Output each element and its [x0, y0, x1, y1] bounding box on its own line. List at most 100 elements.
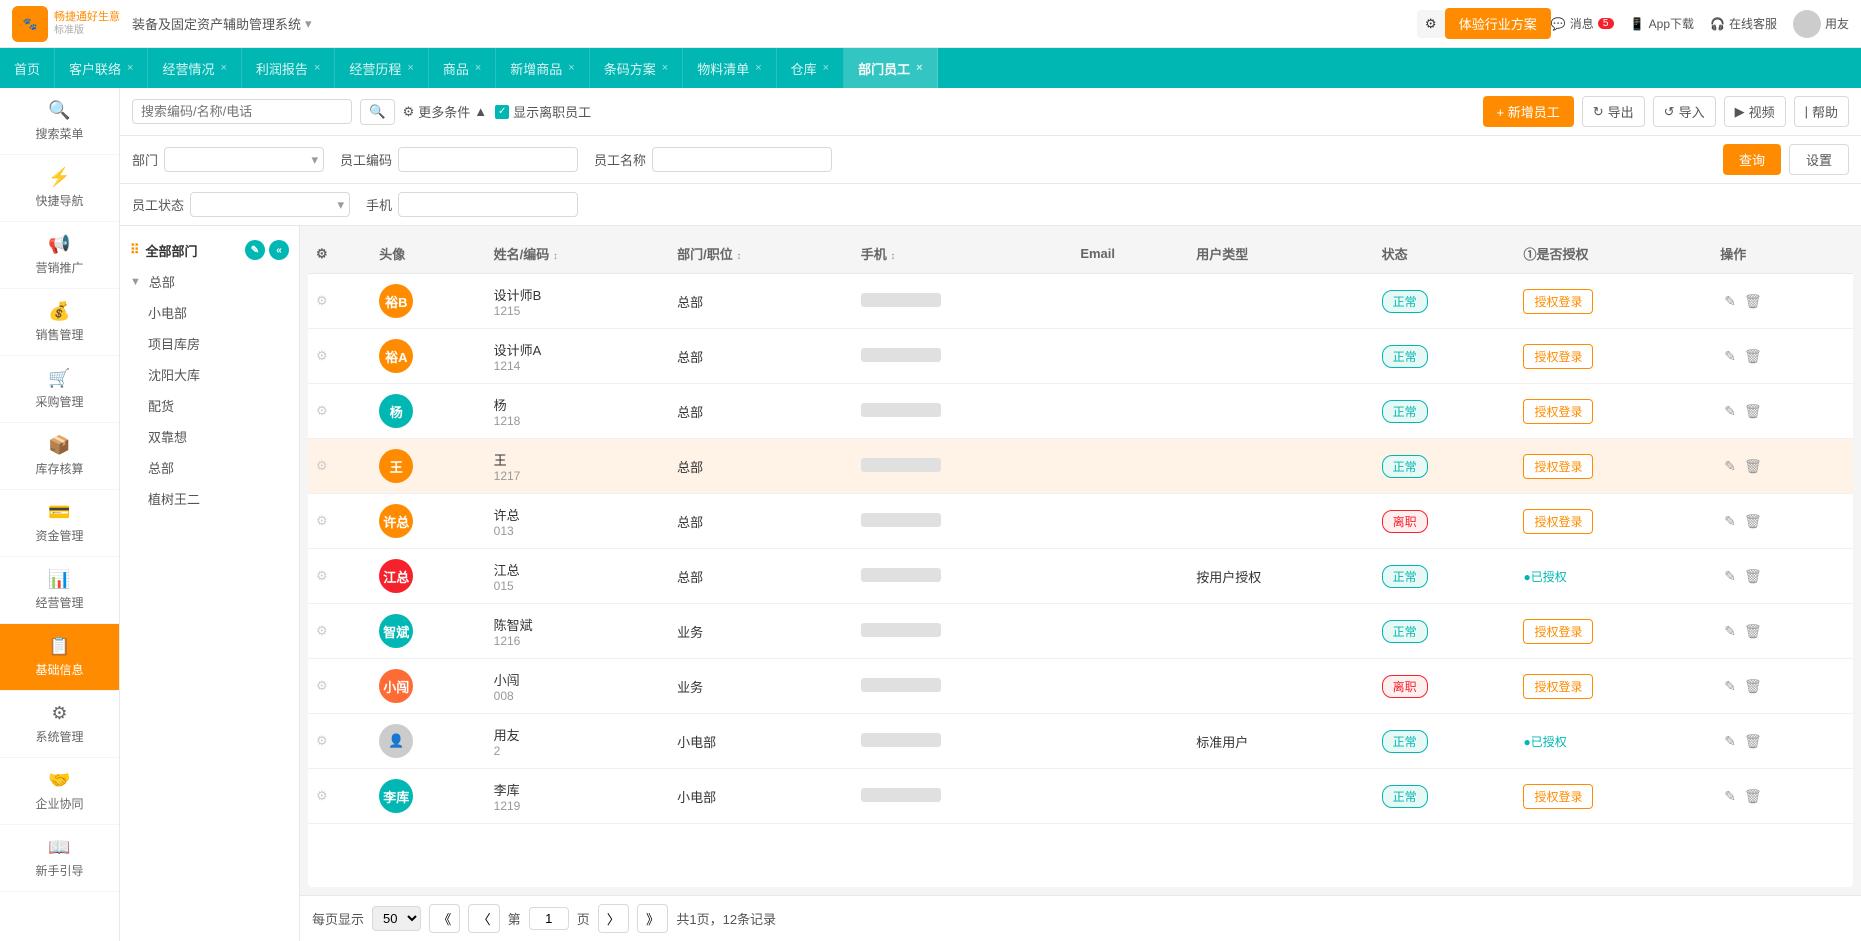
nav-tab-部门员工[interactable]: 部门员工×	[844, 48, 937, 88]
nav-tab-商品[interactable]: 商品×	[429, 48, 496, 88]
nav-tab-仓库[interactable]: 仓库×	[777, 48, 844, 88]
search-button[interactable]: 🔍	[360, 99, 395, 125]
edit-button[interactable]: ✎	[1720, 566, 1740, 587]
auth-button[interactable]: 授权登录	[1523, 674, 1593, 699]
prev-page-button[interactable]: 〈	[468, 904, 499, 933]
close-tab-icon[interactable]: ×	[407, 62, 413, 74]
auth-button[interactable]: 授权登录	[1523, 399, 1593, 424]
nav-tab-条码方案[interactable]: 条码方案×	[590, 48, 683, 88]
nav-tab-经营历程[interactable]: 经营历程×	[335, 48, 428, 88]
edit-button[interactable]: ✎	[1720, 456, 1740, 477]
delete-button[interactable]: 🗑	[1740, 731, 1766, 752]
delete-button[interactable]: 🗑	[1740, 676, 1766, 697]
edit-button[interactable]: ✎	[1720, 291, 1740, 312]
auth-button[interactable]: 授权登录	[1523, 509, 1593, 534]
auth-button[interactable]: 授权登录	[1523, 784, 1593, 809]
nav-tab-首页[interactable]: 首页	[0, 48, 55, 88]
delete-button[interactable]: 🗑	[1740, 511, 1766, 532]
system-dropdown-icon[interactable]: ▾	[305, 16, 312, 32]
edit-button[interactable]: ✎	[1720, 621, 1740, 642]
dept-item-沈阳大库[interactable]: 沈阳大库	[120, 359, 299, 390]
import-button[interactable]: ↺ 导入	[1653, 96, 1716, 127]
nav-tab-新增商品[interactable]: 新增商品×	[496, 48, 589, 88]
support-button[interactable]: 🎧 在线客服	[1710, 15, 1777, 32]
dept-item-双靠想[interactable]: 双靠想	[120, 421, 299, 452]
phone-input[interactable]	[398, 192, 578, 217]
close-tab-icon[interactable]: ×	[755, 62, 761, 74]
help-button[interactable]: | 帮助	[1794, 96, 1849, 127]
edit-button[interactable]: ✎	[1720, 346, 1740, 367]
left-nav-新手引导[interactable]: 📖新手引导	[0, 825, 119, 892]
close-tab-icon[interactable]: ×	[127, 62, 133, 74]
left-nav-快捷导航[interactable]: ⚡快捷导航	[0, 155, 119, 222]
nav-tab-客户联络[interactable]: 客户联络×	[55, 48, 148, 88]
edit-button[interactable]: ✎	[1720, 676, 1740, 697]
edit-button[interactable]: ✎	[1720, 731, 1740, 752]
edit-button[interactable]: ✎	[1720, 401, 1740, 422]
close-tab-icon[interactable]: ×	[475, 62, 481, 74]
dept-item-配货[interactable]: 配货	[120, 390, 299, 421]
first-page-button[interactable]: 《	[429, 904, 460, 933]
last-page-button[interactable]: 》	[637, 904, 668, 933]
delete-button[interactable]: 🗑	[1740, 401, 1766, 422]
add-employee-button[interactable]: + 新增员工	[1483, 96, 1574, 127]
video-button[interactable]: ▶ 视频	[1724, 96, 1786, 127]
left-nav-销售管理[interactable]: 💰销售管理	[0, 289, 119, 356]
export-button[interactable]: ↻ 导出	[1582, 96, 1645, 127]
close-tab-icon[interactable]: ×	[220, 62, 226, 74]
nav-tab-物料清单[interactable]: 物料清单×	[683, 48, 776, 88]
next-page-button[interactable]: 〉	[598, 904, 629, 933]
edit-button[interactable]: ✎	[1720, 786, 1740, 807]
close-tab-icon[interactable]: ×	[568, 62, 574, 74]
col-header-name[interactable]: 姓名/编码 ↕	[486, 234, 670, 274]
show-resigned-checkbox[interactable]: ✓ 显示离职员工	[495, 102, 591, 121]
dept-tree-edit[interactable]: ✎	[245, 240, 265, 260]
auth-button[interactable]: 授权登录	[1523, 619, 1593, 644]
dept-item-项目库房[interactable]: 项目库房	[120, 328, 299, 359]
close-tab-icon[interactable]: ×	[916, 62, 922, 74]
code-input[interactable]	[398, 147, 578, 172]
delete-button[interactable]: 🗑	[1740, 456, 1766, 477]
name-input[interactable]	[652, 147, 832, 172]
dept-item-小电部[interactable]: 小电部	[120, 297, 299, 328]
app-download-button[interactable]: 📱 App下载	[1630, 15, 1694, 32]
col-header-phone[interactable]: 手机 ↕	[853, 234, 1073, 274]
nav-tab-利润报告[interactable]: 利润报告×	[242, 48, 335, 88]
col-header-dept[interactable]: 部门/职位 ↕	[669, 234, 853, 274]
left-nav-营销推广[interactable]: 📢营销推广	[0, 222, 119, 289]
delete-button[interactable]: 🗑	[1740, 786, 1766, 807]
dept-item-植树王二[interactable]: 植树王二	[120, 483, 299, 514]
left-nav-基础信息[interactable]: 📋基础信息	[0, 624, 119, 691]
query-button[interactable]: 查询	[1723, 144, 1781, 175]
per-page-select[interactable]: 50	[372, 906, 421, 931]
left-nav-库存核算[interactable]: 📦库存核算	[0, 423, 119, 490]
auth-button[interactable]: 授权登录	[1523, 289, 1593, 314]
delete-button[interactable]: 🗑	[1740, 566, 1766, 587]
dept-tree-collapse[interactable]: «	[269, 240, 289, 260]
dept-item-总部[interactable]: 总部	[120, 452, 299, 483]
left-nav-资金管理[interactable]: 💳资金管理	[0, 490, 119, 557]
delete-button[interactable]: 🗑	[1740, 346, 1766, 367]
nav-tab-经营情况[interactable]: 经营情况×	[148, 48, 241, 88]
page-input[interactable]	[529, 907, 569, 930]
message-button[interactable]: 💬 消息 5	[1551, 15, 1614, 32]
delete-button[interactable]: 🗑	[1740, 291, 1766, 312]
user-menu[interactable]: 用友	[1793, 10, 1849, 38]
settings-button[interactable]: ⚙	[1417, 10, 1445, 38]
search-input[interactable]	[132, 99, 352, 124]
close-tab-icon[interactable]: ×	[823, 62, 829, 74]
left-nav-系统管理[interactable]: ⚙系统管理	[0, 691, 119, 758]
auth-button[interactable]: 授权登录	[1523, 344, 1593, 369]
left-nav-搜索菜单[interactable]: 🔍搜索菜单	[0, 88, 119, 155]
trial-button[interactable]: 体验行业方案	[1445, 8, 1551, 39]
reset-button[interactable]: 设置	[1789, 144, 1849, 175]
close-tab-icon[interactable]: ×	[662, 62, 668, 74]
auth-button[interactable]: 授权登录	[1523, 454, 1593, 479]
delete-button[interactable]: 🗑	[1740, 621, 1766, 642]
left-nav-采购管理[interactable]: 🛒采购管理	[0, 356, 119, 423]
left-nav-企业协同[interactable]: 🤝企业协同	[0, 758, 119, 825]
more-filter-button[interactable]: ⚙ 更多条件 ▲	[403, 102, 488, 121]
left-nav-经营管理[interactable]: 📊经营管理	[0, 557, 119, 624]
dept-item-总部[interactable]: ▼总部	[120, 266, 299, 297]
dept-select[interactable]	[164, 147, 324, 172]
